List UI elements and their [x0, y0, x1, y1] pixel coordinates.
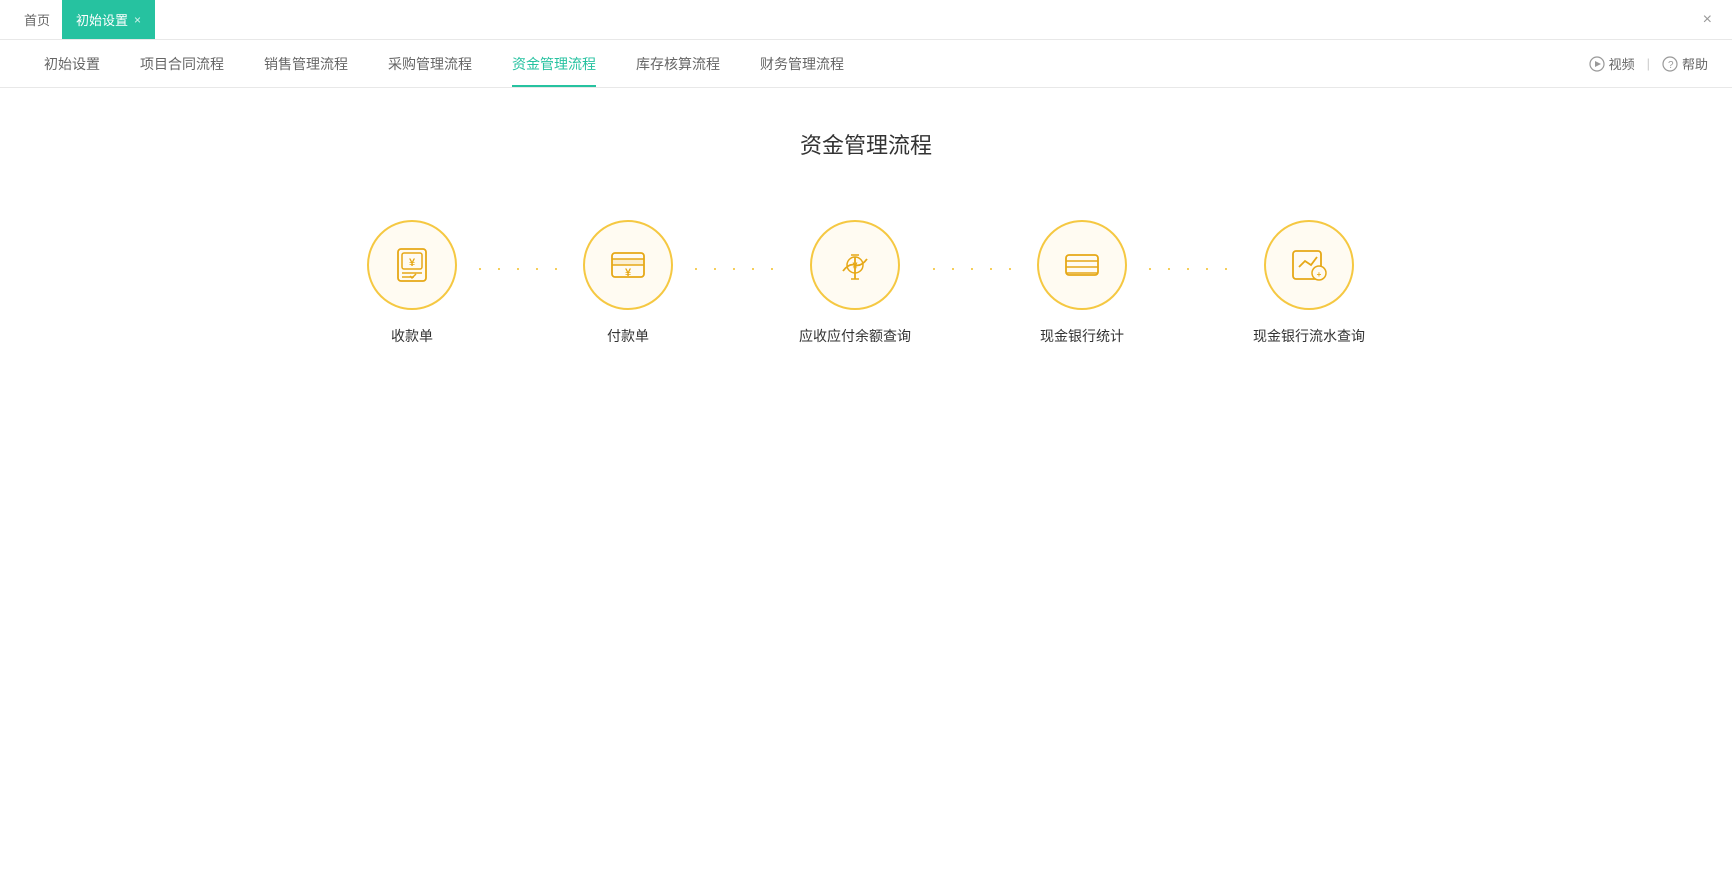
- flow-item-payment[interactable]: ¥ 付款单: [583, 220, 673, 346]
- nav-right: 视频 | ? 帮助: [1589, 54, 1708, 73]
- flow-label-payment: 付款单: [607, 326, 649, 346]
- svg-text:¥: ¥: [852, 261, 857, 271]
- flow-item-cashflow[interactable]: + 现金银行流水查询: [1253, 220, 1365, 346]
- home-tab[interactable]: 首页: [12, 10, 62, 29]
- top-bar-right: ×: [1695, 11, 1720, 29]
- close-icon[interactable]: ×: [134, 13, 141, 27]
- nav-bar: 初始设置 项目合同流程 销售管理流程 采购管理流程 资金管理流程 库存核算流程 …: [0, 40, 1732, 88]
- balance-icon: ¥: [833, 243, 877, 287]
- svg-text:¥: ¥: [409, 257, 416, 269]
- nav-item-project[interactable]: 项目合同流程: [120, 40, 244, 87]
- active-tab-label: 初始设置: [76, 10, 128, 29]
- flow-circle-cashflow: +: [1264, 220, 1354, 310]
- flow-label-cashflow: 现金银行流水查询: [1253, 326, 1365, 346]
- svg-text:?: ?: [1668, 60, 1674, 71]
- nav-item-inventory[interactable]: 库存核算流程: [616, 40, 740, 87]
- connector-2: · · · · ·: [673, 258, 799, 309]
- flow-label-receipt: 收款单: [391, 326, 433, 346]
- flow-circle-balance: ¥: [810, 220, 900, 310]
- flow-item-balance[interactable]: ¥ 应收应付余额查询: [799, 220, 911, 346]
- flow-circle-payment: ¥: [583, 220, 673, 310]
- nav-item-purchase[interactable]: 采购管理流程: [368, 40, 492, 87]
- svg-text:+: +: [1317, 270, 1322, 279]
- help-icon: ?: [1662, 56, 1678, 72]
- nav-item-init[interactable]: 初始设置: [24, 40, 120, 87]
- nav-item-finance[interactable]: 财务管理流程: [740, 40, 864, 87]
- connector-4: · · · · ·: [1127, 258, 1253, 309]
- flow-label-balance: 应收应付余额查询: [799, 326, 911, 346]
- flow-label-cashbank: 现金银行统计: [1040, 326, 1124, 346]
- active-tab[interactable]: 初始设置 ×: [62, 0, 155, 39]
- connector-1: · · · · ·: [457, 258, 583, 309]
- flow-item-cashbank[interactable]: 现金银行统计: [1037, 220, 1127, 346]
- video-link[interactable]: 视频: [1589, 54, 1635, 73]
- flow-item-receipt[interactable]: ¥ 收款单: [367, 220, 457, 346]
- flow-circle-receipt: ¥: [367, 220, 457, 310]
- top-bar: 首页 初始设置 × ×: [0, 0, 1732, 40]
- receipt-icon: ¥: [390, 243, 434, 287]
- window-close-button[interactable]: ×: [1695, 11, 1720, 29]
- main-content: 资金管理流程 ¥ 收款单 · · · · ·: [0, 88, 1732, 885]
- nav-item-sales[interactable]: 销售管理流程: [244, 40, 368, 87]
- video-icon: [1589, 56, 1605, 72]
- nav-item-capital[interactable]: 资金管理流程: [492, 40, 616, 87]
- payment-icon: ¥: [606, 243, 650, 287]
- svg-text:¥: ¥: [625, 267, 632, 279]
- connector-3: · · · · ·: [911, 258, 1037, 309]
- cashflow-icon: +: [1287, 243, 1331, 287]
- help-link[interactable]: ? 帮助: [1662, 54, 1708, 73]
- page-title: 资金管理流程: [60, 128, 1672, 160]
- flow-row: ¥ 收款单 · · · · · ¥: [60, 220, 1672, 346]
- cashbank-icon: [1060, 243, 1104, 287]
- flow-circle-cashbank: [1037, 220, 1127, 310]
